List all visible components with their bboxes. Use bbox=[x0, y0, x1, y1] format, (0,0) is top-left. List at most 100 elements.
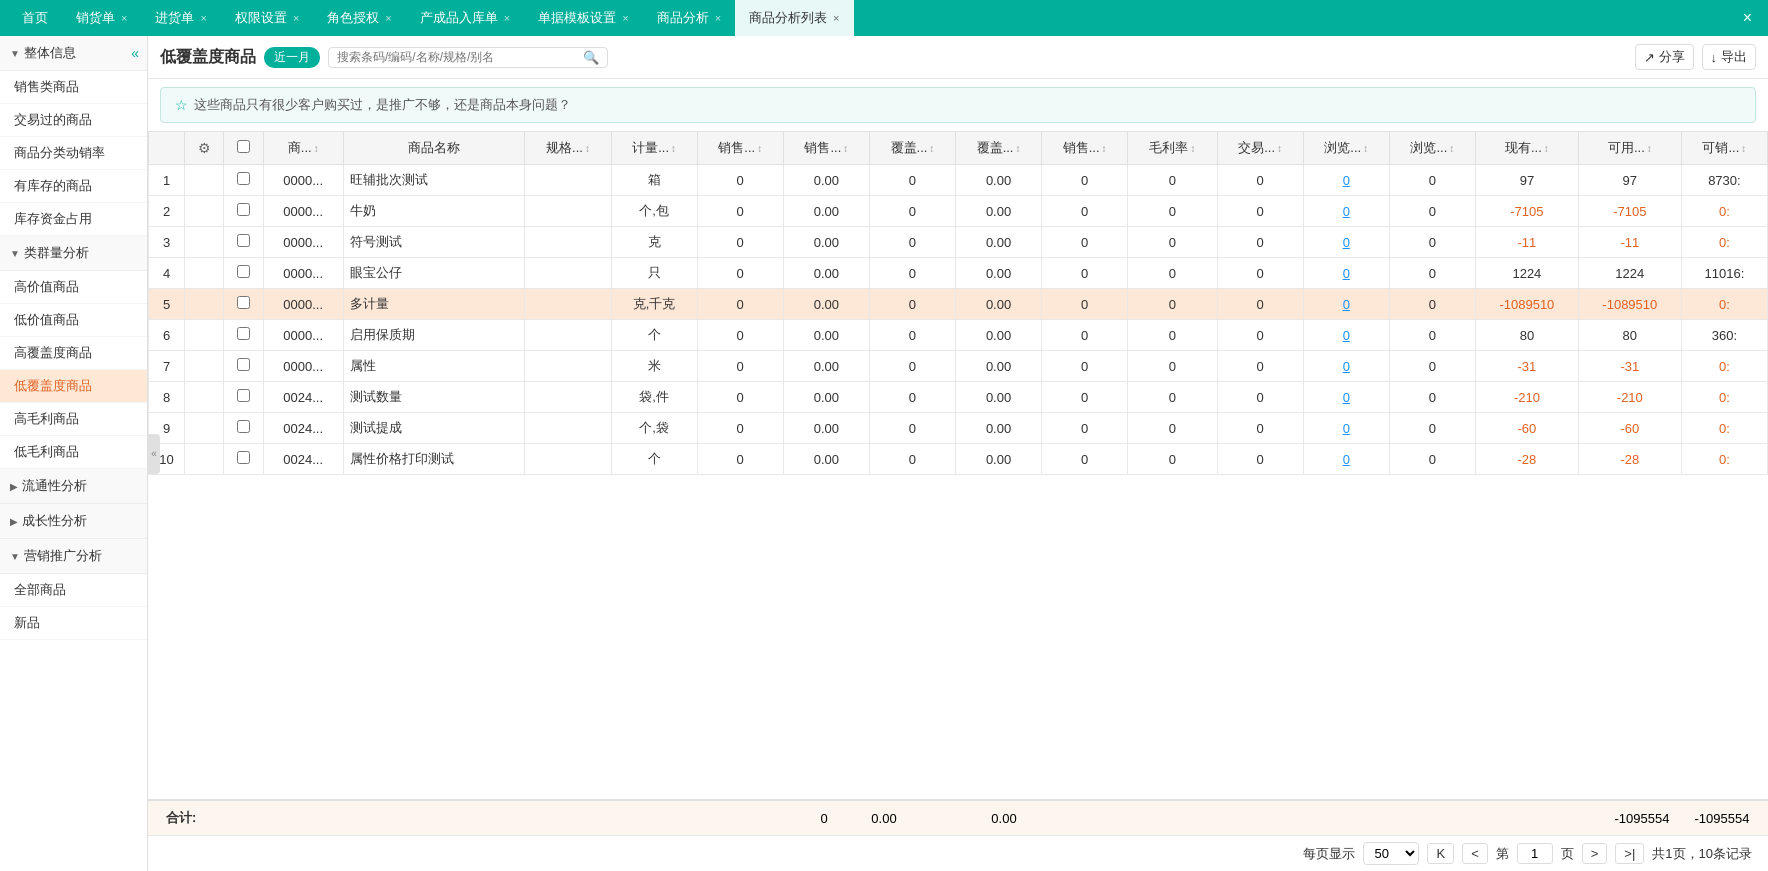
window-close-button[interactable]: × bbox=[1735, 5, 1760, 31]
sidebar-item-high-value[interactable]: 高价值商品 bbox=[0, 271, 147, 304]
sort-available-icon[interactable]: ↕ bbox=[1647, 143, 1652, 154]
nav-item-permission[interactable]: 权限设置 × bbox=[221, 0, 313, 36]
sort-cover1-icon[interactable]: ↕ bbox=[929, 143, 934, 154]
th-browse1[interactable]: 浏览...↕ bbox=[1303, 132, 1389, 165]
next-page-button[interactable]: > bbox=[1582, 843, 1608, 864]
cell-browse1[interactable]: 0 bbox=[1303, 351, 1389, 382]
sort-sales-x-icon[interactable]: ↕ bbox=[1102, 143, 1107, 154]
browse-link[interactable]: 0 bbox=[1343, 235, 1350, 250]
browse-link[interactable]: 0 bbox=[1343, 297, 1350, 312]
row-checkbox[interactable] bbox=[237, 358, 250, 371]
nav-item-role[interactable]: 角色授权 × bbox=[313, 0, 405, 36]
sort-trans-icon[interactable]: ↕ bbox=[1277, 143, 1282, 154]
browse-link[interactable]: 0 bbox=[1343, 266, 1350, 281]
last-page-button[interactable]: >| bbox=[1615, 843, 1644, 864]
cell-browse1[interactable]: 0 bbox=[1303, 227, 1389, 258]
th-cover2[interactable]: 覆盖...↕ bbox=[956, 132, 1042, 165]
cell-browse1[interactable]: 0 bbox=[1303, 258, 1389, 289]
cell-check[interactable] bbox=[224, 258, 263, 289]
sidebar-item-low-gross[interactable]: 低毛利商品 bbox=[0, 436, 147, 469]
cell-browse1[interactable]: 0 bbox=[1303, 196, 1389, 227]
sidebar-item-traded-goods[interactable]: 交易过的商品 bbox=[0, 104, 147, 137]
page-size-select[interactable]: 50 20 100 200 bbox=[1363, 842, 1419, 865]
sort-gross-icon[interactable]: ↕ bbox=[1190, 143, 1195, 154]
th-saleable[interactable]: 可销...↕ bbox=[1681, 132, 1767, 165]
sidebar-section-group[interactable]: ▼ 类群量分析 bbox=[0, 236, 147, 271]
row-checkbox[interactable] bbox=[237, 420, 250, 433]
nav-close-sales[interactable]: × bbox=[121, 12, 127, 24]
cell-browse1[interactable]: 0 bbox=[1303, 320, 1389, 351]
cell-check[interactable] bbox=[224, 413, 263, 444]
sort-current-icon[interactable]: ↕ bbox=[1544, 143, 1549, 154]
sidebar-item-new-goods[interactable]: 新品 bbox=[0, 607, 147, 640]
cell-check[interactable] bbox=[224, 165, 263, 196]
sort-sales-amt-icon[interactable]: ↕ bbox=[843, 143, 848, 154]
cell-check[interactable] bbox=[224, 227, 263, 258]
select-all-checkbox[interactable] bbox=[237, 140, 250, 153]
sidebar-item-low-value[interactable]: 低价值商品 bbox=[0, 304, 147, 337]
sidebar-collapse-icon[interactable]: « bbox=[131, 45, 139, 61]
th-gross[interactable]: 毛利率↕ bbox=[1128, 132, 1217, 165]
row-checkbox[interactable] bbox=[237, 203, 250, 216]
row-checkbox[interactable] bbox=[237, 172, 250, 185]
sidebar-section-marketing[interactable]: ▼ 营销推广分析 bbox=[0, 539, 147, 574]
share-button[interactable]: ↗ 分享 bbox=[1635, 44, 1694, 70]
th-trans[interactable]: 交易...↕ bbox=[1217, 132, 1303, 165]
browse-link[interactable]: 0 bbox=[1343, 390, 1350, 405]
browse-link[interactable]: 0 bbox=[1343, 328, 1350, 343]
row-checkbox[interactable] bbox=[237, 451, 250, 464]
sidebar-item-all-goods[interactable]: 全部商品 bbox=[0, 574, 147, 607]
sidebar-item-sales-goods[interactable]: 销售类商品 bbox=[0, 71, 147, 104]
export-button[interactable]: ↓ 导出 bbox=[1702, 44, 1757, 70]
row-checkbox[interactable] bbox=[237, 265, 250, 278]
th-current[interactable]: 现有...↕ bbox=[1475, 132, 1578, 165]
nav-close-analysis-list[interactable]: × bbox=[833, 12, 839, 24]
browse-link[interactable]: 0 bbox=[1343, 421, 1350, 436]
sort-saleable-icon[interactable]: ↕ bbox=[1741, 143, 1746, 154]
row-checkbox[interactable] bbox=[237, 389, 250, 402]
nav-item-analysis[interactable]: 商品分析 × bbox=[643, 0, 735, 36]
th-sales-qty[interactable]: 销售...↕ bbox=[697, 132, 783, 165]
nav-close-finished[interactable]: × bbox=[504, 12, 510, 24]
browse-link[interactable]: 0 bbox=[1343, 452, 1350, 467]
nav-item-analysis-list[interactable]: 商品分析列表 × bbox=[735, 0, 853, 36]
browse-link[interactable]: 0 bbox=[1343, 173, 1350, 188]
page-number-input[interactable] bbox=[1517, 843, 1553, 864]
table-container[interactable]: ⚙ 商...↕ 商品名称 规格...↕ 计量...↕ 销售...↕ 销售...↕… bbox=[148, 131, 1768, 799]
cell-check[interactable] bbox=[224, 382, 263, 413]
sidebar-item-high-gross[interactable]: 高毛利商品 bbox=[0, 403, 147, 436]
sidebar-item-category-rate[interactable]: 商品分类动销率 bbox=[0, 137, 147, 170]
cell-check[interactable] bbox=[224, 289, 263, 320]
cell-check[interactable] bbox=[224, 351, 263, 382]
nav-close-permission[interactable]: × bbox=[293, 12, 299, 24]
cell-check[interactable] bbox=[224, 196, 263, 227]
sidebar-collapse-handle[interactable]: « bbox=[148, 434, 160, 474]
browse-link[interactable]: 0 bbox=[1343, 204, 1350, 219]
th-name[interactable]: 商品名称 bbox=[343, 132, 525, 165]
th-settings[interactable]: ⚙ bbox=[185, 132, 224, 165]
nav-item-template[interactable]: 单据模板设置 × bbox=[524, 0, 642, 36]
cell-browse1[interactable]: 0 bbox=[1303, 444, 1389, 475]
th-sales-x[interactable]: 销售...↕ bbox=[1042, 132, 1128, 165]
th-check[interactable] bbox=[224, 132, 263, 165]
prev-page-button[interactable]: < bbox=[1462, 843, 1488, 864]
sidebar-section-flow[interactable]: ▶ 流通性分析 bbox=[0, 469, 147, 504]
sidebar-item-high-coverage[interactable]: 高覆盖度商品 bbox=[0, 337, 147, 370]
cell-browse1[interactable]: 0 bbox=[1303, 289, 1389, 320]
sidebar-section-growth[interactable]: ▶ 成长性分析 bbox=[0, 504, 147, 539]
sidebar-item-low-coverage[interactable]: 低覆盖度商品 bbox=[0, 370, 147, 403]
nav-item-finished[interactable]: 产成品入库单 × bbox=[406, 0, 524, 36]
th-unit[interactable]: 计量...↕ bbox=[611, 132, 697, 165]
row-checkbox[interactable] bbox=[237, 296, 250, 309]
sidebar-item-stocked-goods[interactable]: 有库存的商品 bbox=[0, 170, 147, 203]
th-available[interactable]: 可用...↕ bbox=[1578, 132, 1681, 165]
search-input[interactable] bbox=[337, 50, 583, 64]
browse-link[interactable]: 0 bbox=[1343, 359, 1350, 374]
cell-browse1[interactable]: 0 bbox=[1303, 382, 1389, 413]
cell-browse1[interactable]: 0 bbox=[1303, 165, 1389, 196]
row-checkbox[interactable] bbox=[237, 327, 250, 340]
sort-browse2-icon[interactable]: ↕ bbox=[1449, 143, 1454, 154]
column-settings-icon[interactable]: ⚙ bbox=[198, 140, 211, 156]
nav-close-purchase[interactable]: × bbox=[200, 12, 206, 24]
th-browse2[interactable]: 浏览...↕ bbox=[1389, 132, 1475, 165]
